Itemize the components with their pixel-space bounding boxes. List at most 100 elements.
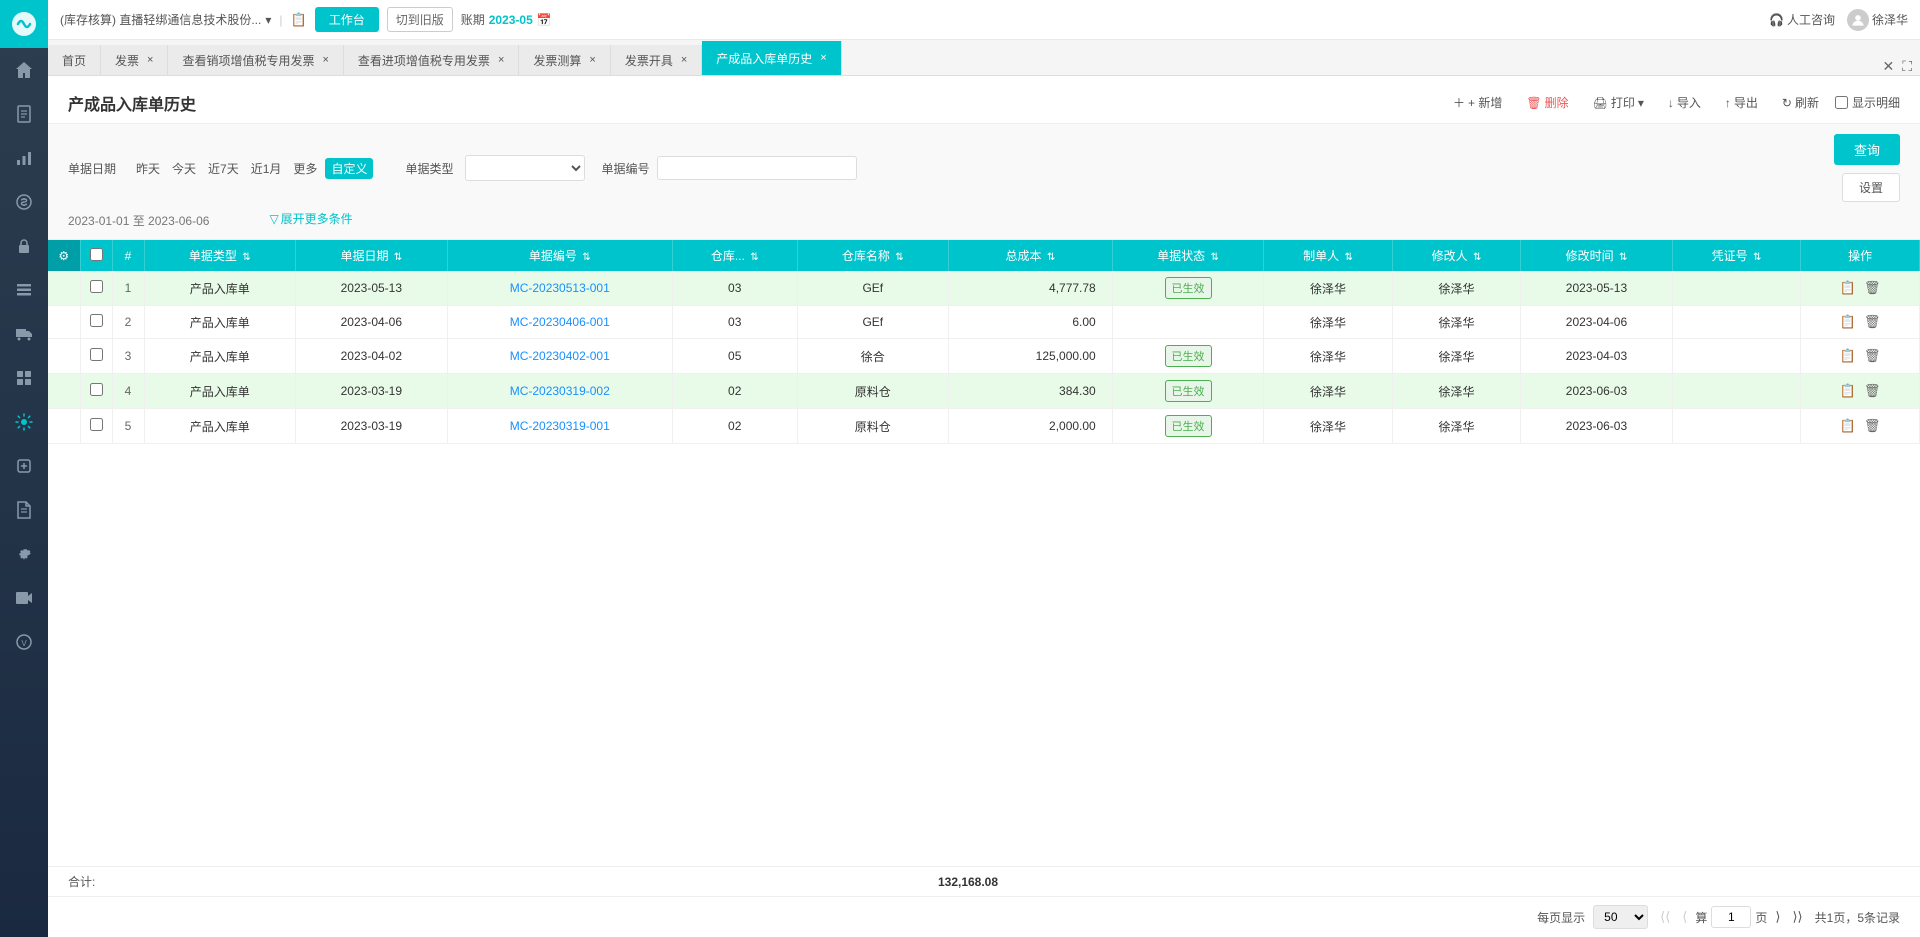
sidebar-item-lock[interactable]	[0, 224, 48, 268]
row-delete-button[interactable]: 🗑	[1862, 312, 1883, 332]
period-calendar-icon[interactable]: 📅	[537, 13, 552, 27]
sidebar-item-list[interactable]	[0, 268, 48, 312]
tab-product-in[interactable]: 产成品入库单历史 ×	[702, 41, 841, 75]
sidebar-item-settings[interactable]	[0, 532, 48, 576]
th-voucher[interactable]: 凭证号 ⇅	[1672, 240, 1800, 271]
th-creator[interactable]: 制单人 ⇅	[1264, 240, 1392, 271]
row-edit-button[interactable]: 📋	[1838, 381, 1858, 401]
select-all-checkbox[interactable]	[90, 248, 103, 261]
date-yesterday[interactable]: 昨天	[132, 158, 164, 179]
row-code[interactable]: MC-20230319-001	[447, 409, 672, 444]
th-modifier[interactable]: 修改人 ⇅	[1392, 240, 1520, 271]
row-edit-button[interactable]: 📋	[1838, 278, 1858, 298]
print-button[interactable]: 🖨 打印 ▾	[1585, 90, 1652, 115]
row-delete-button[interactable]: 🗑	[1862, 278, 1883, 298]
next-page-button[interactable]: ⟩	[1771, 907, 1784, 927]
row-delete-button[interactable]: 🗑	[1862, 346, 1883, 366]
row-code[interactable]: MC-20230406-001	[447, 306, 672, 339]
sidebar-item-chart[interactable]	[0, 136, 48, 180]
sidebar-item-video[interactable]	[0, 576, 48, 620]
row-checkbox[interactable]	[80, 339, 112, 374]
refresh-button[interactable]: ↻ 刷新	[1774, 90, 1827, 115]
sidebar-item-truck[interactable]	[0, 312, 48, 356]
row-code[interactable]: MC-20230319-002	[447, 374, 672, 409]
date-custom[interactable]: 自定义	[325, 158, 373, 179]
tab-close-all-button[interactable]: ✕	[1882, 58, 1894, 75]
set-button[interactable]: 设置	[1842, 173, 1900, 202]
th-modify-time[interactable]: 修改时间 ⇅	[1521, 240, 1673, 271]
th-status[interactable]: 单据状态 ⇅	[1112, 240, 1264, 271]
row-edit-button[interactable]: 📋	[1838, 346, 1858, 366]
th-date[interactable]: 单据日期 ⇅	[296, 240, 448, 271]
delete-label: 删除	[1545, 94, 1569, 111]
date-1month[interactable]: 近1月	[247, 158, 286, 179]
tab-invoice-calc-close[interactable]: ×	[589, 54, 595, 66]
import-button[interactable]: ↓ 导入	[1660, 90, 1709, 115]
import-icon: ↓	[1668, 96, 1674, 110]
number-filter-input[interactable]	[657, 156, 857, 180]
date-today[interactable]: 今天	[168, 158, 200, 179]
per-page-select[interactable]: 50 100 200	[1593, 905, 1648, 929]
tab-invoice[interactable]: 发票 ×	[101, 45, 168, 75]
switch-version-button[interactable]: 切到旧版	[387, 7, 453, 32]
new-button[interactable]: ＋ + 新增	[1445, 90, 1510, 115]
tab-purchase-vat[interactable]: 查看进项增值税专用发票 ×	[344, 45, 519, 75]
help-button[interactable]: 🎧 人工咨询	[1769, 11, 1835, 28]
sidebar-item-version[interactable]: V	[0, 620, 48, 664]
workbench-button[interactable]: 工作台	[315, 7, 379, 32]
show-detail-checkbox[interactable]	[1835, 96, 1848, 109]
date-7days[interactable]: 近7天	[204, 158, 243, 179]
date-more[interactable]: 更多	[289, 158, 321, 179]
sidebar-item-home[interactable]	[0, 48, 48, 92]
tab-invoice-close[interactable]: ×	[147, 54, 153, 66]
th-total-cost[interactable]: 总成本 ⇅	[949, 240, 1113, 271]
row-checkbox[interactable]	[80, 409, 112, 444]
page-prefix-label: 算	[1695, 909, 1707, 926]
expand-more-btn[interactable]: ▽ 展开更多条件	[269, 210, 352, 227]
tab-invoice-issue[interactable]: 发票开具 ×	[611, 45, 702, 75]
total-label: 合计:	[68, 873, 95, 890]
sidebar-item-production[interactable]	[0, 400, 48, 444]
row-mtime: 2023-04-06	[1521, 306, 1673, 339]
row-checkbox[interactable]	[80, 306, 112, 339]
sidebar-item-report[interactable]	[0, 488, 48, 532]
row-num: 4	[112, 374, 144, 409]
row-checkbox[interactable]	[80, 271, 112, 306]
tab-sales-vat[interactable]: 查看销项增值税专用发票 ×	[168, 45, 343, 75]
row-checkbox[interactable]	[80, 374, 112, 409]
th-warehouse-code[interactable]: 仓库... ⇅	[672, 240, 797, 271]
row-code[interactable]: MC-20230513-001	[447, 271, 672, 306]
company-selector[interactable]: (库存核算) 直播轻绑通信息技术股份... ▾	[60, 11, 271, 28]
user-menu[interactable]: 徐泽华	[1847, 9, 1908, 31]
sidebar-item-finance[interactable]	[0, 180, 48, 224]
tab-sales-vat-close[interactable]: ×	[322, 54, 328, 66]
query-button[interactable]: 查询	[1834, 134, 1900, 165]
tab-invoice-calc[interactable]: 发票测算 ×	[519, 45, 610, 75]
sidebar-item-document[interactable]	[0, 92, 48, 136]
prev-page-button[interactable]: ⟨	[1678, 907, 1691, 927]
row-code[interactable]: MC-20230402-001	[447, 339, 672, 374]
last-page-button[interactable]: ⟩⟩	[1788, 907, 1806, 927]
first-page-button[interactable]: ⟨⟨	[1656, 907, 1674, 927]
tab-invoice-issue-close[interactable]: ×	[681, 54, 687, 66]
row-edit-button[interactable]: 📋	[1838, 312, 1858, 332]
delete-button[interactable]: 🗑 删除	[1518, 90, 1576, 115]
sidebar-item-inventory[interactable]	[0, 356, 48, 400]
row-delete-button[interactable]: 🗑	[1862, 416, 1883, 436]
row-delete-button[interactable]: 🗑	[1862, 381, 1883, 401]
sidebar-item-stamp[interactable]	[0, 444, 48, 488]
tab-home[interactable]: 首页	[48, 45, 101, 75]
th-gear[interactable]: ⚙	[48, 240, 80, 271]
tab-purchase-vat-close[interactable]: ×	[498, 54, 504, 66]
tab-product-in-close[interactable]: ×	[820, 52, 826, 64]
tab-expand-button[interactable]: ⛶	[1902, 58, 1912, 75]
doc-btn[interactable]: 📋	[291, 12, 307, 28]
export-button[interactable]: ↑ 导出	[1717, 90, 1766, 115]
row-edit-button[interactable]: 📋	[1838, 416, 1858, 436]
th-type[interactable]: 单据类型 ⇅	[144, 240, 296, 271]
row-ops: 📋 🗑	[1801, 409, 1920, 444]
th-warehouse-name[interactable]: 仓库名称 ⇅	[797, 240, 949, 271]
type-filter-select[interactable]	[465, 155, 585, 181]
page-input[interactable]	[1711, 906, 1751, 928]
th-code[interactable]: 单据编号 ⇅	[447, 240, 672, 271]
